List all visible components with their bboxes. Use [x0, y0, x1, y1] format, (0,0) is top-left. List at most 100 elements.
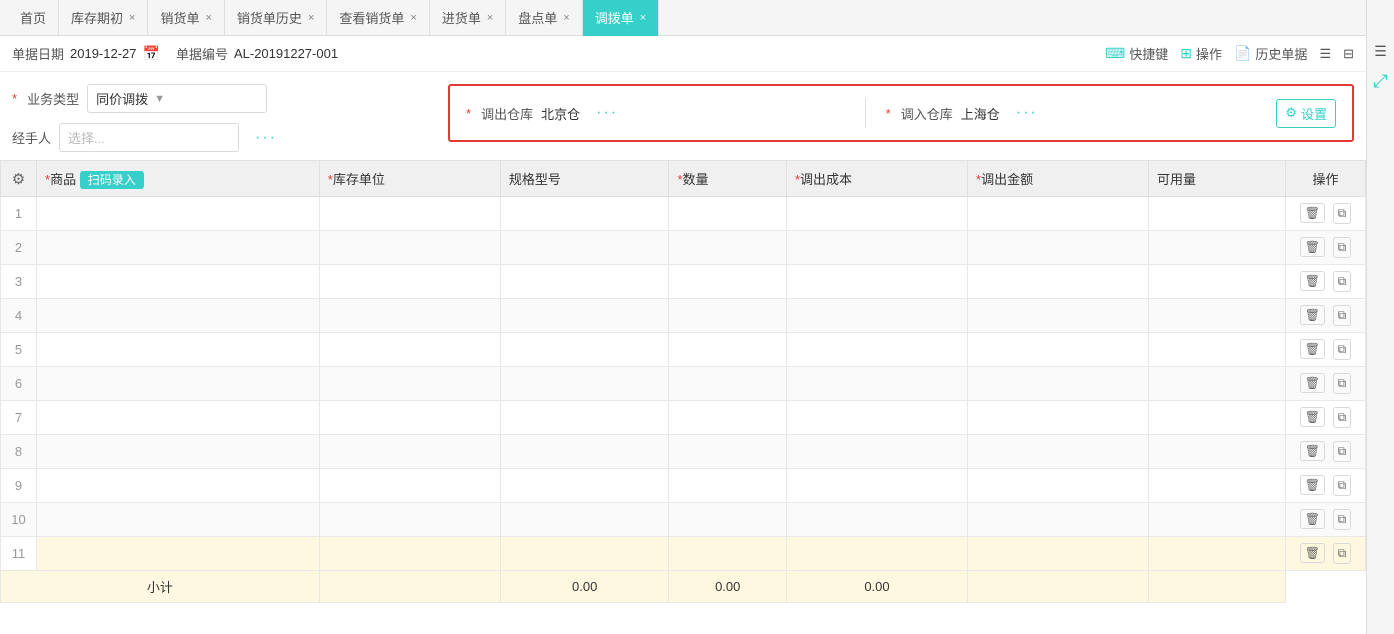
delete-btn-1[interactable]: 🗑 — [1300, 203, 1325, 223]
table-row: 6 🗑 ⧉ — [1, 367, 1366, 401]
copy-btn-9[interactable]: ⧉ — [1333, 475, 1352, 496]
row-11-ops: 🗑 ⧉ — [1286, 537, 1366, 571]
row-10-unit — [319, 503, 500, 537]
business-type-select[interactable]: 同价调拨 ▼ — [87, 84, 267, 113]
row-5-product[interactable] — [37, 333, 320, 367]
table-row: 9 🗑 ⧉ — [1, 469, 1366, 503]
subtotal-qty: 0.00 — [500, 571, 669, 603]
copy-btn-1[interactable]: ⧉ — [1333, 203, 1352, 224]
tab-transfer[interactable]: 调拨单 × — [583, 0, 659, 36]
delete-btn-9[interactable]: 🗑 — [1300, 475, 1325, 495]
table-row: 3 🗑 ⧉ — [1, 265, 1366, 299]
row-7-product[interactable] — [37, 401, 320, 435]
operator-more-icon[interactable]: ··· — [255, 129, 277, 147]
target-more-icon[interactable]: ··· — [1016, 104, 1038, 122]
operator-placeholder: 选择... — [68, 128, 105, 147]
tab-home[interactable]: 首页 — [8, 0, 59, 36]
tab-sales-history-close[interactable]: × — [308, 12, 314, 24]
layout-btn2[interactable]: ⊟ — [1343, 46, 1354, 62]
tab-view-sales-close[interactable]: × — [410, 12, 416, 24]
tab-stocktake[interactable]: 盘点单 × — [506, 0, 582, 36]
delete-btn-6[interactable]: 🗑 — [1300, 373, 1325, 393]
delete-btn-5[interactable]: 🗑 — [1300, 339, 1325, 359]
delete-btn-2[interactable]: 🗑 — [1300, 237, 1325, 257]
row-6-amount — [968, 367, 1149, 401]
tab-sales-history[interactable]: 销货单历史 × — [225, 0, 327, 36]
copy-btn-2[interactable]: ⧉ — [1333, 237, 1352, 258]
row-11-product[interactable] — [37, 537, 320, 571]
delete-btn-7[interactable]: 🗑 — [1300, 407, 1325, 427]
tab-inventory-init-close[interactable]: × — [129, 12, 135, 24]
row-11-unit — [319, 537, 500, 571]
copy-btn-8[interactable]: ⧉ — [1333, 441, 1352, 462]
tab-transfer-close[interactable]: × — [640, 12, 646, 24]
history-label: 历史单据 — [1255, 44, 1307, 63]
row-11-cost — [786, 537, 967, 571]
tab-inventory-init[interactable]: 库存期初 × — [59, 0, 148, 36]
sidebar-list-icon[interactable]: ☰ — [1370, 40, 1392, 62]
delete-btn-10[interactable]: 🗑 — [1300, 509, 1325, 529]
tab-purchase[interactable]: 进货单 × — [430, 0, 506, 36]
tab-sales-close[interactable]: × — [205, 12, 211, 24]
row-8-product[interactable] — [37, 435, 320, 469]
row-6-unit — [319, 367, 500, 401]
copy-btn-6[interactable]: ⧉ — [1333, 373, 1352, 394]
operations-btn[interactable]: ⊞ 操作 — [1180, 44, 1222, 63]
scan-input-btn[interactable]: 扫码录入 — [80, 171, 144, 189]
row-9-ops: 🗑 ⧉ — [1286, 469, 1366, 503]
date-label: 单据日期 — [12, 44, 64, 63]
layout-btn1[interactable]: ☰ — [1319, 46, 1331, 62]
copy-btn-3[interactable]: ⧉ — [1333, 271, 1352, 292]
right-sidebar: ☰ ⤢ — [1366, 0, 1394, 634]
col-spec-label: 规格型号 — [509, 172, 561, 187]
sidebar-expand-icon[interactable]: ⤢ — [1370, 70, 1392, 92]
row-1-product[interactable] — [37, 197, 320, 231]
settings-button[interactable]: ⚙ 设置 — [1276, 99, 1336, 128]
calendar-icon[interactable]: 📅 — [143, 45, 160, 62]
col-unit: *库存单位 — [319, 161, 500, 197]
row-10-product[interactable] — [37, 503, 320, 537]
row-9-product[interactable] — [37, 469, 320, 503]
tab-purchase-close[interactable]: × — [487, 12, 493, 24]
row-2-product[interactable] — [37, 231, 320, 265]
row-9-cost — [786, 469, 967, 503]
number-group: 单据编号 AL-20191227-001 — [176, 44, 338, 63]
row-7-spec — [500, 401, 669, 435]
row-4-product[interactable] — [37, 299, 320, 333]
col-spec: 规格型号 — [500, 161, 669, 197]
copy-btn-4[interactable]: ⧉ — [1333, 305, 1352, 326]
delete-btn-11[interactable]: 🗑 — [1300, 543, 1325, 563]
copy-btn-7[interactable]: ⧉ — [1333, 407, 1352, 428]
shortcuts-btn[interactable]: ⌨ 快捷键 — [1105, 44, 1168, 63]
tab-view-sales[interactable]: 查看销货单 × — [327, 0, 429, 36]
table-gear-icon[interactable]: ⚙ — [12, 171, 25, 188]
copy-btn-5[interactable]: ⧉ — [1333, 339, 1352, 360]
source-warehouse-value: 北京仓 — [541, 104, 580, 123]
delete-btn-4[interactable]: 🗑 — [1300, 305, 1325, 325]
row-6-product[interactable] — [37, 367, 320, 401]
row-6-qty — [669, 367, 786, 401]
row-1-qty — [669, 197, 786, 231]
operator-select[interactable]: 选择... — [59, 123, 239, 152]
main-content: 单据日期 2019-12-27 📅 单据编号 AL-20191227-001 ⌨… — [0, 36, 1366, 634]
copy-btn-10[interactable]: ⧉ — [1333, 509, 1352, 530]
history-btn[interactable]: 📄 历史单据 — [1234, 44, 1307, 63]
row-num-9: 9 — [1, 469, 37, 503]
tab-sales[interactable]: 销货单 × — [148, 0, 224, 36]
delete-btn-3[interactable]: 🗑 — [1300, 271, 1325, 291]
settings-gear-icon: ⚙ — [1285, 105, 1297, 121]
copy-btn-11[interactable]: ⧉ — [1333, 543, 1352, 564]
operations-label: 操作 — [1196, 44, 1222, 63]
date-group: 单据日期 2019-12-27 📅 — [12, 44, 160, 63]
tab-bar: 首页 库存期初 × 销货单 × 销货单历史 × 查看销货单 × 进货单 × 盘点… — [0, 0, 1394, 36]
tab-stocktake-close[interactable]: × — [563, 12, 569, 24]
row-num-5: 5 — [1, 333, 37, 367]
row-4-unit — [319, 299, 500, 333]
row-1-ops: 🗑 ⧉ — [1286, 197, 1366, 231]
delete-btn-8[interactable]: 🗑 — [1300, 441, 1325, 461]
source-warehouse-label: 调出仓库 — [481, 104, 533, 123]
row-7-unit — [319, 401, 500, 435]
row-3-product[interactable] — [37, 265, 320, 299]
operator-label: 经手人 — [12, 128, 51, 147]
source-more-icon[interactable]: ··· — [596, 104, 618, 122]
